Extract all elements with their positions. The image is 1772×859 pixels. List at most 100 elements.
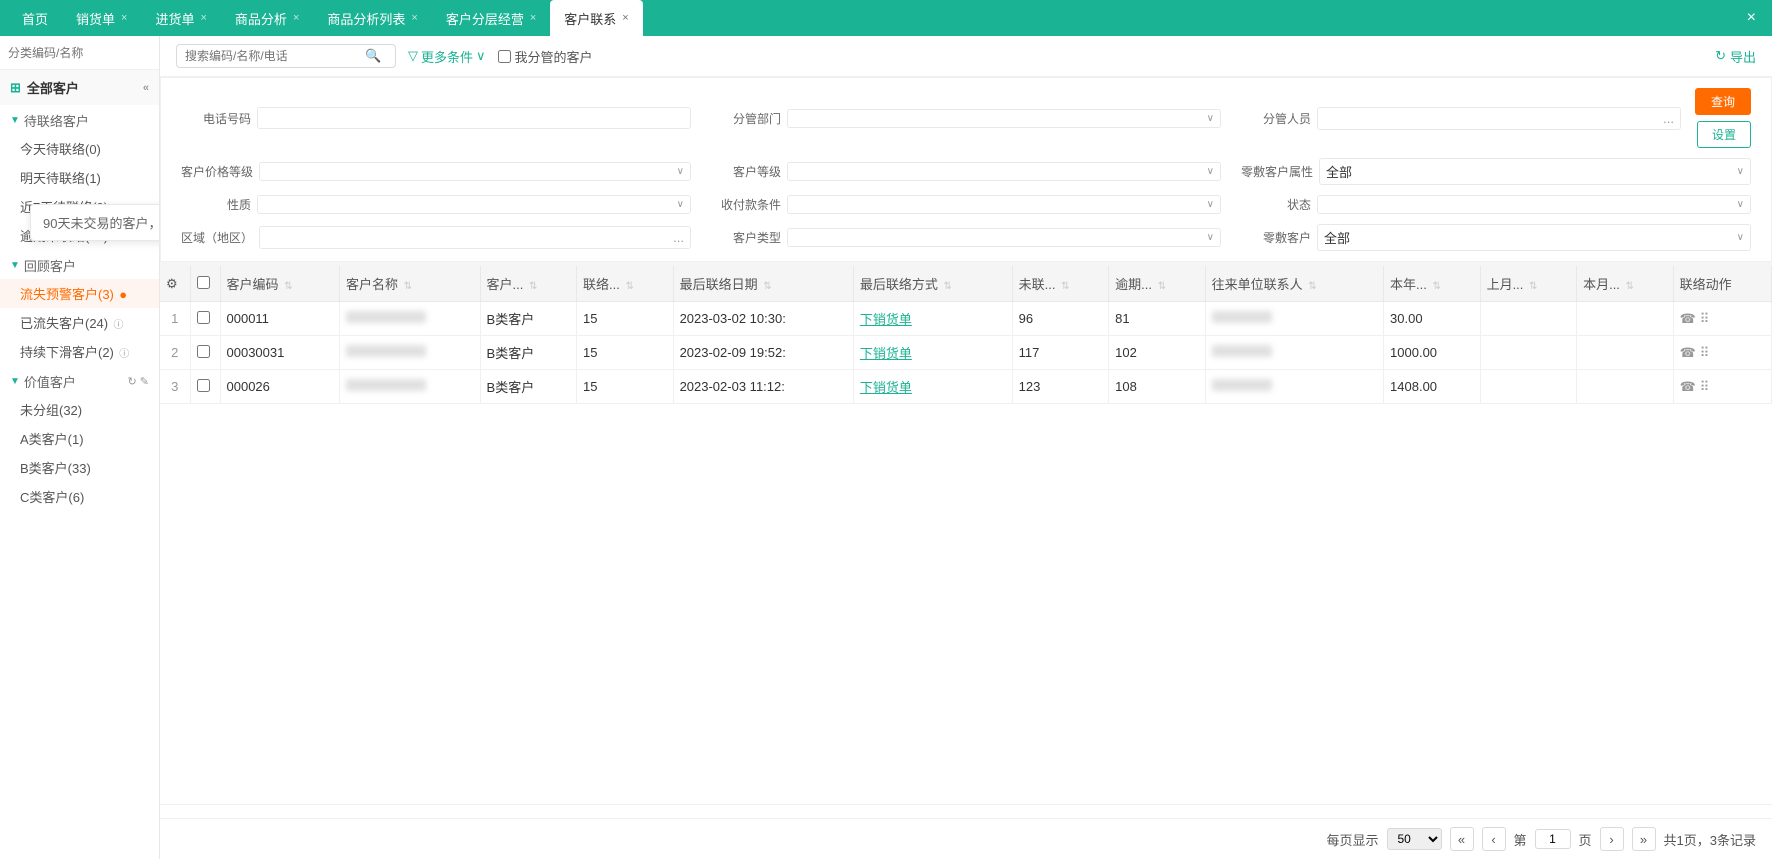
- sidebar-item-class-a[interactable]: A类客户(1): [0, 424, 159, 453]
- close-icon[interactable]: ×: [411, 12, 417, 24]
- contact-method-link[interactable]: 下销货单: [860, 312, 912, 327]
- filter-gender-select[interactable]: ∨: [257, 195, 691, 214]
- my-customer-checkbox-area[interactable]: 我分管的客户: [498, 47, 593, 66]
- next-page-button[interactable]: ›: [1600, 827, 1624, 851]
- close-icon[interactable]: ×: [622, 12, 628, 24]
- row-checkbox[interactable]: [197, 379, 210, 392]
- sidebar-item-today-contact[interactable]: 今天待联络(0): [0, 134, 159, 163]
- th-this-month: 本月... ⇅: [1577, 266, 1674, 302]
- tab-product-analysis-list[interactable]: 商品分析列表 ×: [313, 0, 431, 36]
- row-type-cell: B类客户: [480, 370, 577, 404]
- filter-gender-label: 性质: [181, 196, 251, 213]
- contact-action-icon[interactable]: ☎: [1680, 379, 1696, 395]
- sidebar-item-already-lost[interactable]: 已流失客户(24) ⓘ: [0, 308, 159, 337]
- row-overdue-cell: 108: [1109, 370, 1206, 404]
- filter-status-select[interactable]: ∨: [1317, 195, 1751, 214]
- more-icon: ...: [1663, 111, 1674, 126]
- search-input-wrap: 🔍: [176, 44, 396, 68]
- tab-home[interactable]: 首页: [8, 0, 62, 36]
- sidebar-item-ungrouped[interactable]: 未分组(32): [0, 395, 159, 424]
- page-size-select[interactable]: 50 100 200: [1387, 828, 1442, 850]
- row-uncontacted-cell: 123: [1012, 370, 1109, 404]
- table-row: 3 000026 B类客户 15 2023-02-03 11:12: 下销货单 …: [160, 370, 1772, 404]
- tab-sales-order[interactable]: 销货单 ×: [62, 0, 141, 36]
- tab-customer-tier[interactable]: 客户分层经营 ×: [432, 0, 550, 36]
- row-checkbox[interactable]: [197, 345, 210, 358]
- th-name: 客户名称 ⇅: [339, 266, 480, 302]
- filter-zero-customer-select[interactable]: 全部∨: [1317, 224, 1751, 251]
- row-checkbox[interactable]: [197, 311, 210, 324]
- query-button[interactable]: 查询: [1695, 88, 1751, 115]
- sidebar-item-class-b[interactable]: B类客户(33): [0, 453, 159, 482]
- contact-method-link[interactable]: 下销货单: [860, 380, 912, 395]
- filter-region-select[interactable]: ...: [259, 226, 691, 249]
- filter-phone-label: 电话号码: [181, 110, 251, 127]
- filter-phone-input[interactable]: [257, 107, 691, 129]
- sidebar-search-input[interactable]: [8, 46, 160, 60]
- window-close-button[interactable]: ×: [1739, 9, 1764, 27]
- close-icon[interactable]: ×: [293, 12, 299, 24]
- filter-zero-sale-attr-label: 零敷客户属性: [1241, 163, 1313, 180]
- prev-page-button[interactable]: ‹: [1482, 827, 1506, 851]
- my-customer-checkbox[interactable]: [498, 50, 511, 63]
- tab-purchase-order[interactable]: 进货单 ×: [141, 0, 220, 36]
- export-button[interactable]: ↻ 导出: [1715, 47, 1756, 66]
- th-type: 客户... ⇅: [480, 266, 577, 302]
- filter-icon: ▽: [408, 48, 418, 64]
- select-all-checkbox[interactable]: [197, 276, 210, 289]
- sidebar-item-tomorrow-contact[interactable]: 明天待联络(1): [0, 163, 159, 192]
- tab-product-analysis[interactable]: 商品分析 ×: [221, 0, 313, 36]
- filter-dept-select[interactable]: ∨: [787, 109, 1221, 128]
- row-num-cell: 2: [160, 336, 190, 370]
- filter-payment-select[interactable]: ∨: [787, 195, 1221, 214]
- th-settings: ⚙: [160, 266, 190, 302]
- last-page-button[interactable]: »: [1632, 827, 1656, 851]
- filter-customer-level-select[interactable]: ∨: [787, 162, 1221, 181]
- row-type-cell: B类客户: [480, 302, 577, 336]
- arrow-icon: ▼: [10, 376, 20, 387]
- row-type-cell: B类客户: [480, 336, 577, 370]
- page-number-input[interactable]: [1535, 829, 1571, 849]
- all-customers-header[interactable]: ⊞ 全部客户 «: [0, 70, 159, 105]
- filter-customer-level-label: 客户等级: [711, 163, 781, 180]
- sidebar-item-declining[interactable]: 持续下滑客户(2) ⓘ: [0, 337, 159, 366]
- contact-action-icon[interactable]: ☎: [1680, 345, 1696, 361]
- row-this-year-cell: 30.00: [1384, 302, 1481, 336]
- close-icon[interactable]: ×: [200, 12, 206, 24]
- row-actions-cell: ☎ ⠿: [1673, 370, 1771, 404]
- sidebar-section-value-customer[interactable]: ▼ 价值客户 ↻ ✎: [0, 366, 159, 395]
- more-action-icon[interactable]: ⠿: [1700, 379, 1710, 395]
- th-last-contact-date: 最后联络日期 ⇅: [673, 266, 853, 302]
- filter-manager-select[interactable]: ...: [1317, 107, 1681, 130]
- sidebar-section-review[interactable]: ▼ 回顾客户: [0, 250, 159, 279]
- filter-phone-row: 电话号码: [181, 88, 691, 148]
- row-num-cell: 3: [160, 370, 190, 404]
- settings-icon[interactable]: ⚙: [166, 276, 178, 291]
- sidebar-section-pending-contact[interactable]: ▼ 待联络客户: [0, 105, 159, 134]
- more-action-icon[interactable]: ⠿: [1700, 345, 1710, 361]
- filter-zero-sale-attr-select[interactable]: 全部∨: [1319, 158, 1751, 185]
- close-icon[interactable]: ×: [121, 12, 127, 24]
- filter-price-level-select[interactable]: ∨: [259, 162, 691, 181]
- contact-action-icon[interactable]: ☎: [1680, 311, 1696, 327]
- sidebar-item-lost-warning[interactable]: 流失预警客户(3) ●: [0, 279, 159, 308]
- scroll-bar-area[interactable]: [160, 804, 1772, 818]
- setting-button[interactable]: 设置: [1697, 121, 1751, 148]
- row-last-contact-method-cell: 下销货单: [853, 370, 1012, 404]
- table-row: 2 00030031 B类客户 15 2023-02-09 19:52: 下销货…: [160, 336, 1772, 370]
- th-actions: 联络动作: [1673, 266, 1771, 302]
- tab-customer-contact[interactable]: 客户联系 ×: [550, 0, 642, 36]
- more-action-icon[interactable]: ⠿: [1700, 311, 1710, 327]
- filter-customer-type-select[interactable]: ∨: [787, 228, 1221, 247]
- sort-icon: ⇅: [1529, 281, 1537, 292]
- search-input[interactable]: [185, 49, 365, 63]
- row-checkbox-cell: [190, 302, 220, 336]
- first-page-button[interactable]: «: [1450, 827, 1474, 851]
- close-icon[interactable]: ×: [530, 12, 536, 24]
- action-icons[interactable]: ↻ ✎: [128, 375, 150, 388]
- contact-method-link[interactable]: 下销货单: [860, 346, 912, 361]
- row-this-year-cell: 1408.00: [1384, 370, 1481, 404]
- sidebar-item-class-c[interactable]: C类客户(6): [0, 482, 159, 511]
- row-checkbox-cell: [190, 336, 220, 370]
- more-filter-button[interactable]: ▽ 更多条件 ∨: [408, 47, 486, 66]
